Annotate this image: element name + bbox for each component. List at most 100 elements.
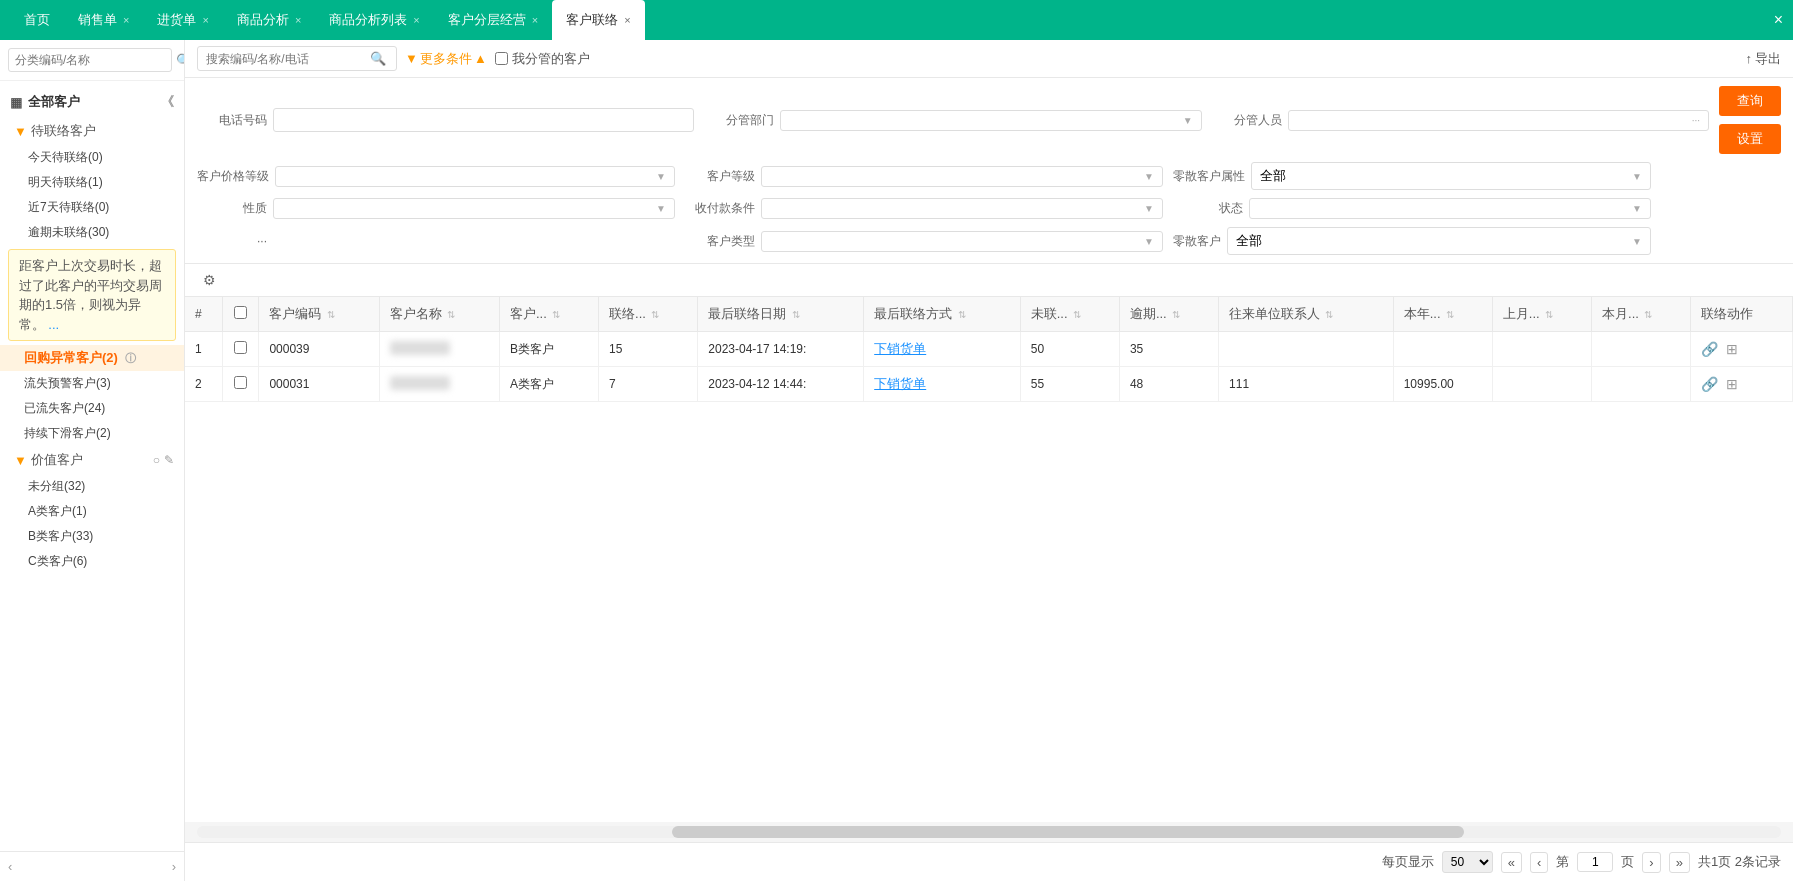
page-end-label: 页 [1621,853,1634,871]
pending-contact-label[interactable]: ▼ 待联络客户 [4,117,184,145]
sidebar-prev-icon[interactable]: ‹ [8,859,12,874]
main-search-icon[interactable]: 🔍 [370,51,386,66]
col-sort-name-icon[interactable]: ⇅ [447,309,455,320]
first-page-button[interactable]: « [1501,852,1522,873]
per-page-select[interactable]: 50 20 100 [1442,851,1493,873]
tree-item-7day-contact[interactable]: 近7天待联络(0) [4,195,184,220]
close-customer-contact-icon[interactable]: × [624,14,630,26]
page-label: 第 [1556,853,1569,871]
tree-item-today-contact[interactable]: 今天待联络(0) [4,145,184,170]
main-search-input[interactable] [206,52,366,66]
nav-item-purchase[interactable]: 进货单 × [143,0,222,40]
col-sort-code-icon[interactable]: ⇅ [327,309,335,320]
nav-item-analysis-list[interactable]: 商品分析列表 × [315,0,433,40]
phone-input[interactable] [273,108,694,132]
col-sort-contact-icon[interactable]: ⇅ [651,309,659,320]
retail-customer-select[interactable]: 全部 ▼ [1227,227,1651,255]
tree-item-c-class[interactable]: C类客户(6) [4,549,184,574]
link-icon-2[interactable]: 🔗 [1701,376,1718,392]
link-icon-1[interactable]: 🔗 [1701,341,1718,357]
col-sort-method-icon[interactable]: ⇅ [958,309,966,320]
close-customer-tier-icon[interactable]: × [532,14,538,26]
content-area: 🔍 ▼ 更多条件 ▲ 我分管的客户 ↑ 导出 电话号码 [185,40,1793,881]
customers-table: # 客户编码 ⇅ 客户名称 ⇅ 客户... [185,297,1793,402]
customer-level-field: 客户等级 ▼ [685,166,1163,187]
cell-thismonth-1 [1592,332,1691,367]
nature-select[interactable]: ▼ [273,198,675,219]
my-customers-checkbox[interactable]: 我分管的客户 [495,50,590,68]
select-all-checkbox[interactable] [234,306,247,319]
filter-bar: 🔍 ▼ 更多条件 ▲ 我分管的客户 ↑ 导出 [185,40,1793,78]
contact-method-link-2[interactable]: 下销货单 [874,376,926,391]
category-search-input[interactable] [8,48,172,72]
grid-action-icon-1[interactable]: ⊞ [1726,341,1738,357]
sidebar-collapse-button[interactable]: 《 [161,93,174,111]
customer-type-select[interactable]: ▼ [761,231,1163,252]
col-sort-type-icon[interactable]: ⇅ [552,309,560,320]
page-number-input[interactable] [1577,852,1613,872]
nav-item-home[interactable]: 首页 [10,0,64,40]
price-level-select[interactable]: ▼ [275,166,675,187]
col-sort-lastmonth-icon[interactable]: ⇅ [1545,309,1553,320]
col-sort-thisyear-icon[interactable]: ⇅ [1446,309,1454,320]
my-customers-check[interactable] [495,52,508,65]
col-sort-person-icon[interactable]: ⇅ [1325,309,1333,320]
payment-terms-select[interactable]: ▼ [761,198,1163,219]
tree-item-churn-warning[interactable]: 流失预警客户(3) [0,371,184,396]
last-page-button[interactable]: » [1669,852,1690,873]
close-analysis-list-icon[interactable]: × [413,14,419,26]
value-group-edit-button[interactable]: ✎ [164,453,174,467]
more-dots-label: ··· [197,234,267,248]
pending-contact-group: ▼ 待联络客户 今天待联络(0) 明天待联络(1) 近7天待联络(0) 逾期未联… [0,117,184,245]
close-analysis-icon[interactable]: × [295,14,301,26]
grid-action-icon-2[interactable]: ⊞ [1726,376,1738,392]
next-page-button[interactable]: › [1642,852,1660,873]
close-sales-icon[interactable]: × [123,14,129,26]
contact-method-link-1[interactable]: 下销货单 [874,341,926,356]
scrollbar-thumb[interactable] [672,826,1464,838]
tree-item-tomorrow-contact[interactable]: 明天待联络(1) [4,170,184,195]
tree-item-unclassified[interactable]: 未分组(32) [4,474,184,499]
row-checkbox-2[interactable] [234,376,247,389]
close-purchase-icon[interactable]: × [202,14,208,26]
main-layout: 🔍 ▦ 全部客户 《 ▼ 待联络客户 今天待联络(0) 明天待联络(1) 近7天… [0,40,1793,881]
tree-item-churned[interactable]: 已流失客户(24) [0,396,184,421]
nav-item-sales[interactable]: 销售单 × [64,0,143,40]
status-select[interactable]: ▼ [1249,198,1651,219]
col-sort-nocontact-icon[interactable]: ⇅ [1073,309,1081,320]
tree-root-all-customers[interactable]: ▦ 全部客户 《 [0,87,184,117]
col-sort-thismonth-icon[interactable]: ⇅ [1644,309,1652,320]
nav-item-customer-contact[interactable]: 客户联络 × [552,0,644,40]
nav-item-customer-tier[interactable]: 客户分层经营 × [434,0,552,40]
price-level-arrow-icon: ▼ [656,171,666,182]
export-button[interactable]: ↑ 导出 [1746,50,1782,68]
manager-select[interactable]: ··· [1288,110,1709,131]
close-all-tabs-button[interactable]: × [1774,11,1783,29]
more-conditions-button[interactable]: ▼ 更多条件 ▲ [405,50,487,68]
sidebar-next-icon[interactable]: › [172,859,176,874]
prev-page-button[interactable]: ‹ [1530,852,1548,873]
customer-level-select[interactable]: ▼ [761,166,1163,187]
tree-item-a-class[interactable]: A类客户(1) [4,499,184,524]
value-customers-header[interactable]: ▼ 价值客户 ○ ✎ [4,446,184,474]
tree-item-b-class[interactable]: B类客户(33) [4,524,184,549]
col-contact-count: 联络... ⇅ [599,297,698,332]
tree-item-declining[interactable]: 持续下滑客户(2) [0,421,184,446]
payment-terms-label: 收付款条件 [685,200,755,217]
dept-select[interactable]: ▼ [780,110,1201,131]
col-sort-overdue-icon[interactable]: ⇅ [1172,309,1180,320]
nav-item-analysis[interactable]: 商品分析 × [223,0,315,40]
retail-attr-select[interactable]: 全部 ▼ [1251,162,1651,190]
row-checkbox-1[interactable] [234,341,247,354]
col-sort-date-icon[interactable]: ⇅ [792,309,800,320]
category-search-icon[interactable]: 🔍 [176,53,185,68]
value-group-add-button[interactable]: ○ [153,453,160,467]
setting-button[interactable]: 设置 [1719,124,1781,154]
table-settings-button[interactable]: ⚙ [197,270,222,290]
tooltip-more-button[interactable]: ... [48,317,59,332]
horizontal-scrollbar[interactable] [197,826,1781,838]
query-button[interactable]: 查询 [1719,86,1781,116]
tree-item-overdue-contact[interactable]: 逾期未联络(30) [4,220,184,245]
tree-item-abnormal-repurchase[interactable]: 回购异常客户(2) ⓘ [0,345,184,371]
cell-method-2: 下销货单 [864,367,1021,402]
